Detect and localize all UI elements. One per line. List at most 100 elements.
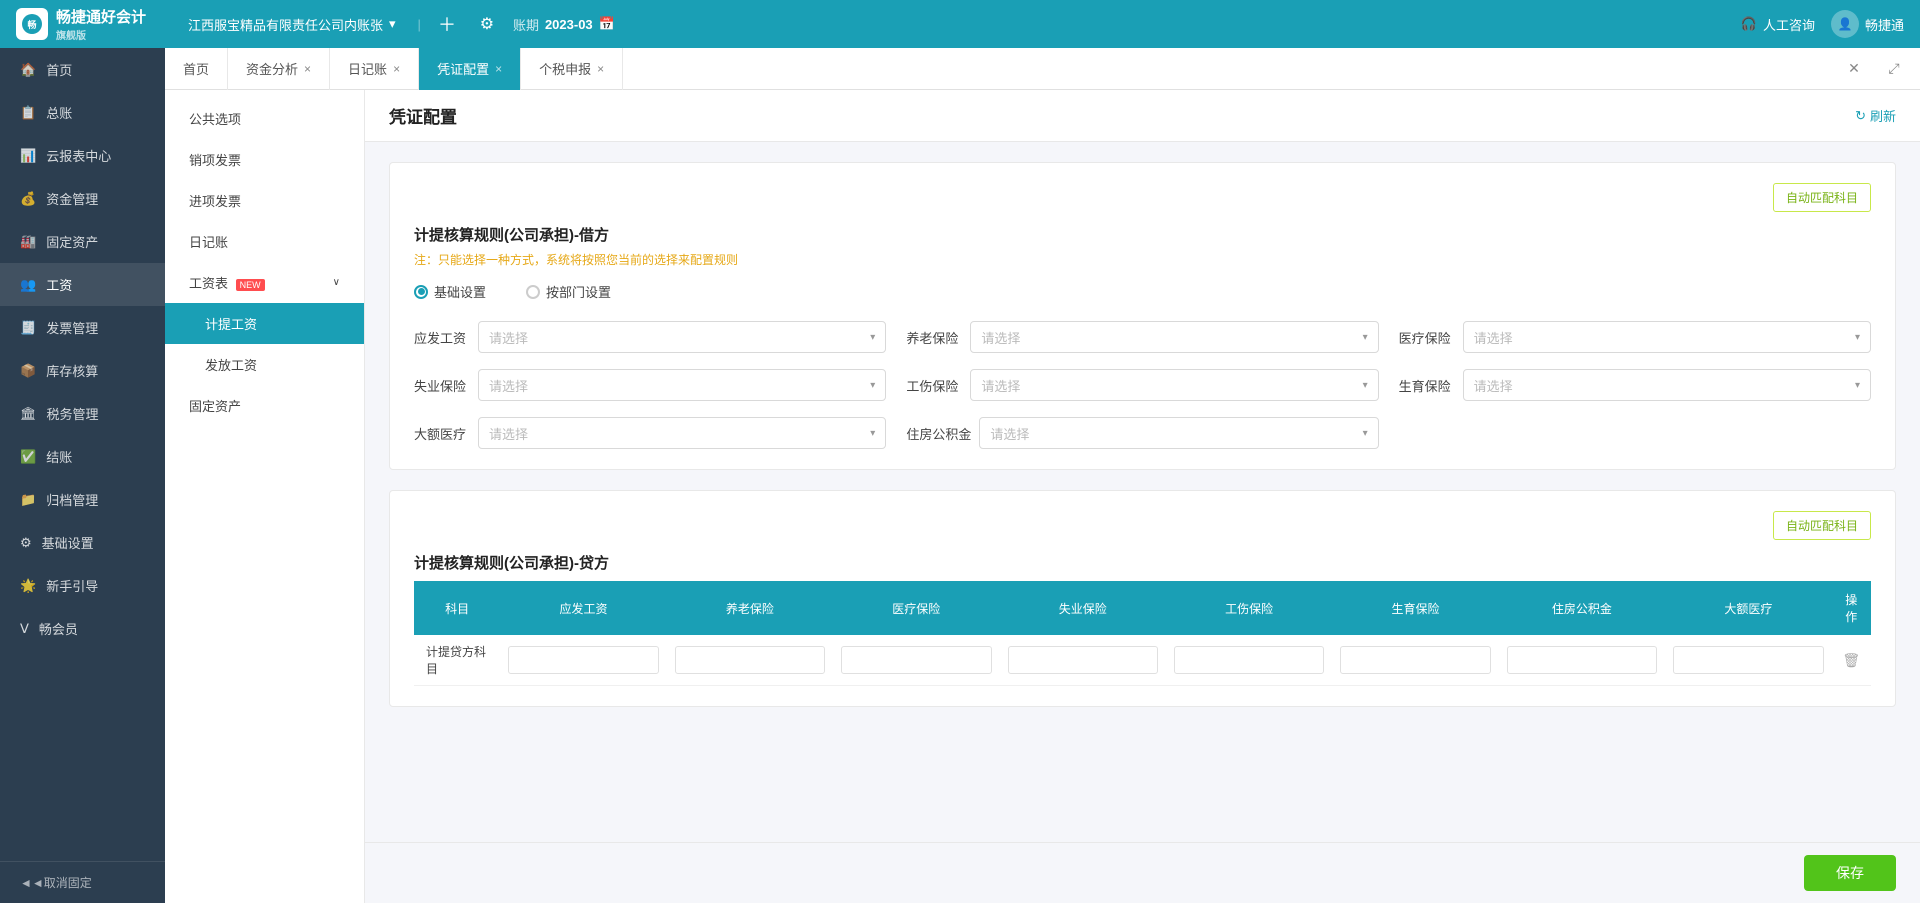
checkout-icon: ✅ bbox=[20, 449, 36, 465]
user-area[interactable]: 👤 畅捷通 bbox=[1831, 10, 1904, 38]
tab-journal-close[interactable]: × bbox=[393, 62, 400, 76]
debit-section-note: 注：只能选择一种方式，系统将按照您当前的选择来配置规则 bbox=[414, 251, 1871, 268]
base-salary-arrow: ▾ bbox=[870, 332, 875, 343]
col-work-injury: 工伤保险 bbox=[1166, 581, 1332, 635]
left-menu-sales-invoice[interactable]: 销项发票 bbox=[165, 139, 364, 180]
maternity-select[interactable]: 请选择 ▾ bbox=[1463, 369, 1871, 401]
credit-section: 自动匹配科目 计提核算规则(公司承担)-贷方 科目 应发工资 养老保险 医疗保险 bbox=[389, 490, 1896, 707]
add-tab-button[interactable]: ＋ bbox=[433, 10, 461, 38]
sidebar-item-inventory[interactable]: 📦 库存核算 bbox=[0, 349, 165, 392]
sidebar-item-checkout[interactable]: ✅ 结账 bbox=[0, 435, 165, 478]
left-menu-pay-salary[interactable]: 发放工资 bbox=[165, 344, 364, 385]
unfix-button[interactable]: ◄◄取消固定 bbox=[0, 862, 165, 903]
sidebar-item-reports[interactable]: 📊 云报表中心 bbox=[0, 134, 165, 177]
radio-dept-circle bbox=[526, 285, 540, 299]
row-maternity-input[interactable] bbox=[1340, 646, 1490, 674]
period-value: 2023-03 bbox=[545, 17, 593, 32]
row-maternity-cell bbox=[1332, 635, 1498, 686]
sidebar-item-guide[interactable]: 🌟 新手引导 bbox=[0, 564, 165, 607]
sidebar-item-archive[interactable]: 📁 归档管理 bbox=[0, 478, 165, 521]
field-housing-fund: 住房公积金 请选择 ▾ bbox=[906, 417, 1378, 449]
sidebar-label-salary: 工资 bbox=[46, 275, 72, 294]
tab-tax[interactable]: 个税申报 × bbox=[521, 48, 623, 90]
radio-basic-label: 基础设置 bbox=[434, 282, 486, 301]
sidebar-item-vip[interactable]: Ⅴ 畅会员 bbox=[0, 607, 165, 650]
auto-match-debit-button[interactable]: 自动匹配科目 bbox=[1773, 183, 1871, 212]
close-tab-button[interactable]: ✕ bbox=[1840, 55, 1868, 83]
support-button[interactable]: 🎧 人工咨询 bbox=[1741, 15, 1815, 34]
col-maternity: 生育保险 bbox=[1332, 581, 1498, 635]
username: 畅捷通 bbox=[1865, 15, 1904, 34]
guide-icon: 🌟 bbox=[20, 578, 36, 594]
calendar-icon[interactable]: 📅 bbox=[599, 16, 615, 32]
save-button[interactable]: 保存 bbox=[1804, 855, 1896, 891]
row-housing-fund-input[interactable] bbox=[1507, 646, 1657, 674]
company-selector[interactable]: 江西服宝精品有限责任公司内账张 ▾ bbox=[178, 11, 406, 38]
tab-voucher-config-label: 凭证配置 bbox=[437, 59, 489, 78]
row-pension-input[interactable] bbox=[675, 646, 825, 674]
field-pension: 养老保险 请选择 ▾ bbox=[906, 321, 1378, 353]
row-unemployment-input[interactable] bbox=[1008, 646, 1158, 674]
refresh-button[interactable]: ↻ 刷新 bbox=[1855, 106, 1896, 125]
medical-label: 医疗保险 bbox=[1399, 328, 1455, 347]
auto-match-credit-button[interactable]: 自动匹配科目 bbox=[1773, 511, 1871, 540]
sidebar-item-salary[interactable]: 👥 工资 bbox=[0, 263, 165, 306]
medical-select[interactable]: 请选择 ▾ bbox=[1463, 321, 1871, 353]
base-salary-select[interactable]: 请选择 ▾ bbox=[478, 321, 886, 353]
left-menu-accrue-salary[interactable]: 计提工资 bbox=[165, 303, 364, 344]
sidebar-item-ledger[interactable]: 📋 总账 bbox=[0, 91, 165, 134]
radio-by-dept[interactable]: 按部门设置 bbox=[526, 282, 611, 301]
tab-voucher-config[interactable]: 凭证配置 × bbox=[419, 48, 521, 90]
table-row: 计提贷方科目 bbox=[414, 635, 1871, 686]
page-header: 凭证配置 ↻ 刷新 bbox=[365, 90, 1920, 142]
sidebar-item-invoice[interactable]: 🧾 发票管理 bbox=[0, 306, 165, 349]
sidebar: 🏠 首页 📋 总账 📊 云报表中心 💰 资金管理 🏭 固定资产 👥 工资 🧾 发… bbox=[0, 48, 165, 903]
left-menu-purchase-invoice[interactable]: 进项发票 bbox=[165, 180, 364, 221]
sidebar-label-inventory: 库存核算 bbox=[46, 361, 98, 380]
settings-icon[interactable]: ⚙ bbox=[473, 10, 501, 38]
tab-tax-label: 个税申报 bbox=[539, 59, 591, 78]
big-medical-select[interactable]: 请选择 ▾ bbox=[478, 417, 886, 449]
col-housing-fund: 住房公积金 bbox=[1499, 581, 1665, 635]
radio-basic[interactable]: 基础设置 bbox=[414, 282, 486, 301]
housing-fund-select[interactable]: 请选择 ▾ bbox=[979, 417, 1378, 449]
col-pension: 养老保险 bbox=[667, 581, 833, 635]
tab-funds[interactable]: 资金分析 × bbox=[228, 48, 330, 90]
unemployment-select[interactable]: 请选择 ▾ bbox=[478, 369, 886, 401]
radio-dept-label: 按部门设置 bbox=[546, 282, 611, 301]
row-work-injury-input[interactable] bbox=[1174, 646, 1324, 674]
row-base-salary-input[interactable] bbox=[508, 646, 658, 674]
sidebar-label-settings: 基础设置 bbox=[42, 533, 94, 552]
sidebar-item-assets[interactable]: 🏭 固定资产 bbox=[0, 220, 165, 263]
headset-icon: 🎧 bbox=[1741, 16, 1757, 32]
sidebar-label-invoice: 发票管理 bbox=[46, 318, 98, 337]
field-work-injury: 工伤保险 请选择 ▾ bbox=[906, 369, 1378, 401]
work-injury-arrow: ▾ bbox=[1363, 380, 1368, 391]
delete-row-button[interactable]: 🗑 bbox=[1842, 652, 1860, 668]
tab-funds-close[interactable]: × bbox=[304, 62, 311, 76]
svg-text:畅: 畅 bbox=[27, 19, 36, 30]
pension-select[interactable]: 请选择 ▾ bbox=[970, 321, 1378, 353]
left-menu-public[interactable]: 公共选项 bbox=[165, 98, 364, 139]
unemployment-label: 失业保险 bbox=[414, 376, 470, 395]
tab-tax-close[interactable]: × bbox=[597, 62, 604, 76]
left-menu-journal[interactable]: 日记账 bbox=[165, 221, 364, 262]
invoice-icon: 🧾 bbox=[20, 320, 36, 336]
left-menu-payroll-table[interactable]: 工资表 NEW ∨ bbox=[165, 262, 364, 303]
pension-label: 养老保险 bbox=[906, 328, 962, 347]
row-medical-input[interactable] bbox=[841, 646, 991, 674]
company-name: 江西服宝精品有限责任公司内账张 bbox=[188, 15, 383, 34]
tab-journal[interactable]: 日记账 × bbox=[330, 48, 419, 90]
sidebar-item-tax[interactable]: 🏛 税务管理 bbox=[0, 392, 165, 435]
maximize-button[interactable]: ⤢ bbox=[1880, 55, 1908, 83]
left-menu-fixed-assets[interactable]: 固定资产 bbox=[165, 385, 364, 426]
sidebar-item-funds[interactable]: 💰 资金管理 bbox=[0, 177, 165, 220]
tab-home[interactable]: 首页 bbox=[165, 48, 228, 90]
sidebar-label-assets: 固定资产 bbox=[46, 232, 98, 251]
tab-voucher-close[interactable]: × bbox=[495, 62, 502, 76]
row-big-medical-input[interactable] bbox=[1673, 646, 1823, 674]
work-injury-select[interactable]: 请选择 ▾ bbox=[970, 369, 1378, 401]
sidebar-item-home[interactable]: 🏠 首页 bbox=[0, 48, 165, 91]
sidebar-item-settings[interactable]: ⚙ 基础设置 bbox=[0, 521, 165, 564]
housing-fund-arrow: ▾ bbox=[1363, 428, 1368, 439]
